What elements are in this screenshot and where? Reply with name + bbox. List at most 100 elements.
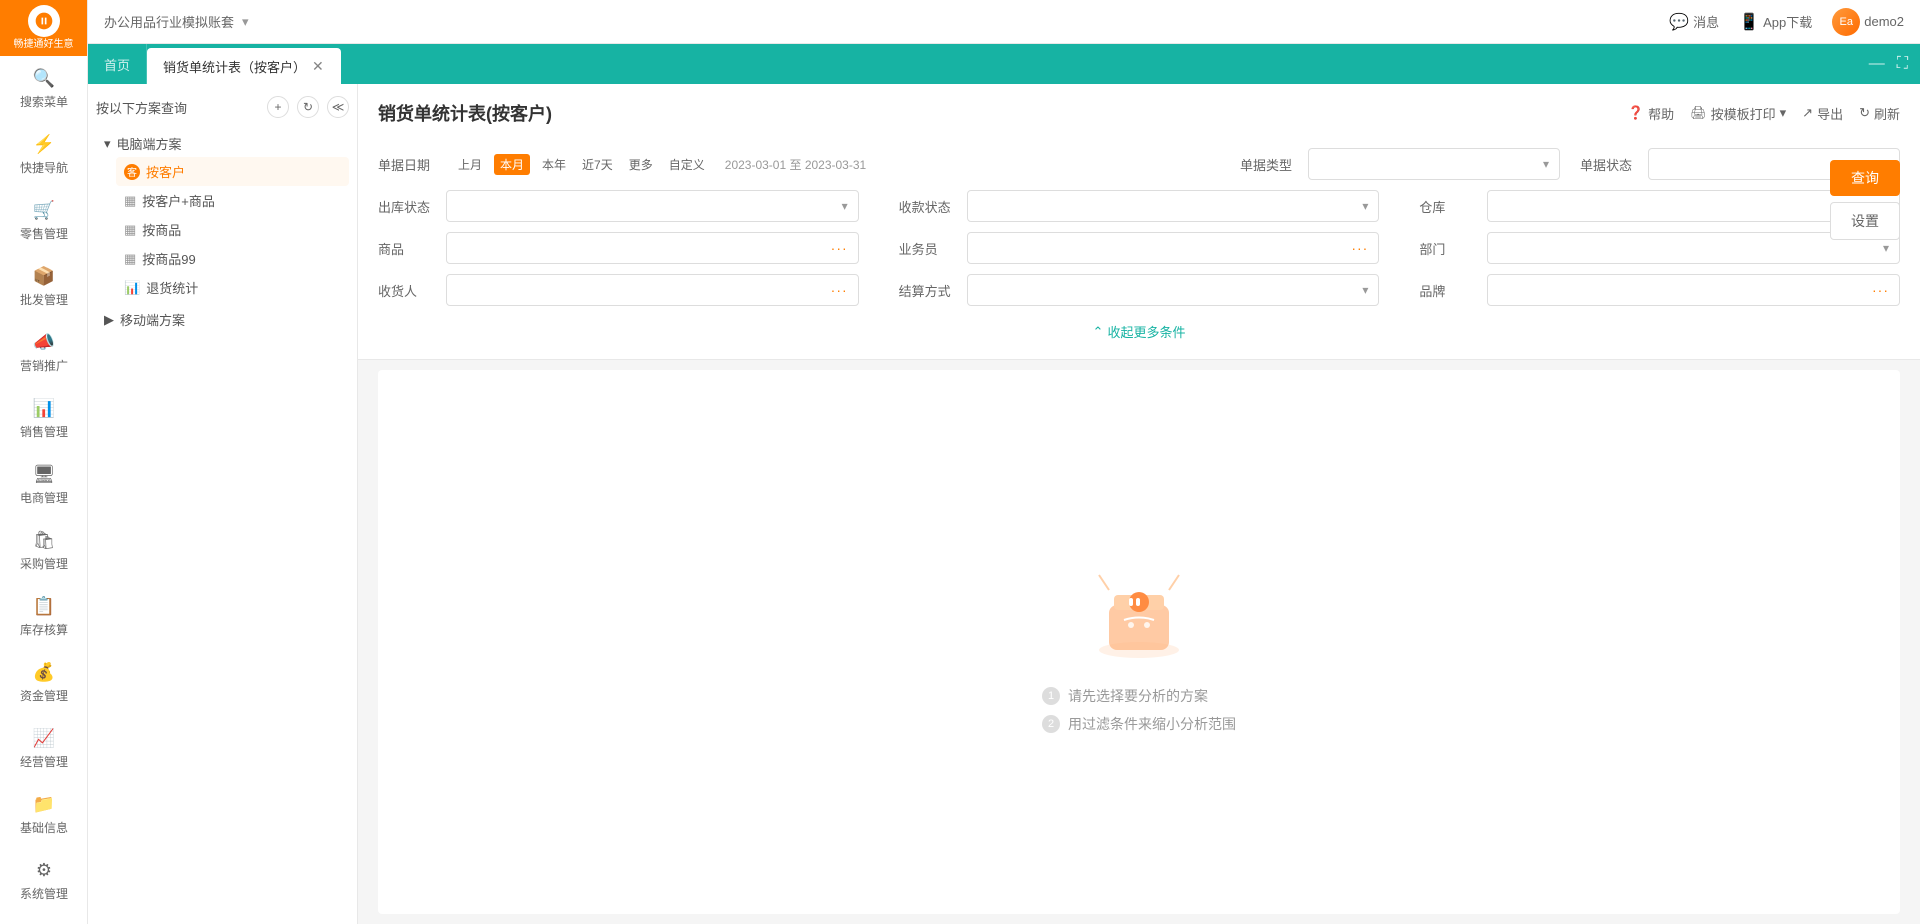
sidebar-item-operations[interactable]: 📈 经营管理 bbox=[0, 716, 87, 782]
app-download-btn[interactable]: 📱 App下载 bbox=[1739, 12, 1812, 32]
sidebar-item-system[interactable]: ⚙ 系统管理 bbox=[0, 848, 87, 914]
type-label: 单据类型 bbox=[1240, 155, 1300, 174]
scheme-by-goods-99[interactable]: ▦ 按商品99 bbox=[116, 244, 349, 273]
shortcut-custom[interactable]: 自定义 bbox=[665, 154, 709, 175]
out-status-dropdown[interactable]: ▾ bbox=[446, 190, 859, 222]
salesperson-dots: ··· bbox=[1351, 240, 1368, 256]
settings-button[interactable]: 设置 bbox=[1830, 202, 1900, 240]
shortcut-this-month[interactable]: 本月 bbox=[494, 154, 530, 175]
sidebar-item-label-search: 搜索菜单 bbox=[20, 93, 68, 110]
empty-tip-1: 1 请先选择要分析的方案 bbox=[1042, 686, 1236, 706]
sidebar-item-retail[interactable]: 🛒 零售管理 bbox=[0, 188, 87, 254]
sidebar-item-label-quick: 快捷导航 bbox=[20, 159, 68, 176]
recipient-dots: ··· bbox=[831, 282, 848, 298]
shortcut-this-year[interactable]: 本年 bbox=[538, 154, 570, 175]
mobile-group-label: 移动端方案 bbox=[120, 310, 185, 329]
sidebar-item-label-retail: 零售管理 bbox=[20, 225, 68, 242]
page-title-bar: 销货单统计表(按客户) ❓ 帮助 🖨 按模板打印 ▾ ↗ 导出 bbox=[358, 84, 1920, 136]
filter-recipient: 收货人 ··· bbox=[378, 274, 859, 306]
desktop-group-header[interactable]: ▾ 电脑端方案 bbox=[96, 130, 349, 157]
collapse-bar[interactable]: ⌃ 收起更多条件 bbox=[378, 316, 1900, 347]
export-btn[interactable]: ↗ 导出 bbox=[1802, 104, 1843, 123]
refresh-label: 刷新 bbox=[1874, 104, 1900, 123]
sidebar-item-marketing[interactable]: 📣 营销推广 bbox=[0, 320, 87, 386]
tab-sales-stats-label: 销货单统计表（按客户） bbox=[163, 57, 306, 76]
type-dropdown[interactable]: ▾ bbox=[1308, 148, 1560, 180]
app-logo[interactable]: 畅捷通好生意 bbox=[0, 0, 88, 56]
sidebar-item-inventory[interactable]: 📋 库存核算 bbox=[0, 584, 87, 650]
filter-sidebar-title: 按以下方案查询 bbox=[96, 98, 187, 117]
scheme-by-customer[interactable]: 客 按客户 bbox=[116, 157, 349, 186]
tab-close-icon[interactable]: ✕ bbox=[312, 58, 324, 75]
filter-area: 单据日期 上月 本月 本年 近7天 更多 自定义 2023-03-01 至 20… bbox=[358, 136, 1920, 360]
tab-maximize-icon[interactable]: ⛶ bbox=[1897, 55, 1908, 73]
sidebar-item-wholesale[interactable]: 📦 批发管理 bbox=[0, 254, 87, 320]
inventory-icon: 📋 bbox=[33, 596, 55, 617]
payment-dropdown[interactable]: ▾ bbox=[967, 274, 1380, 306]
filter-warehouse: 仓库 ··· bbox=[1419, 190, 1900, 222]
basics-icon: 📁 bbox=[33, 794, 55, 815]
add-scheme-btn[interactable]: + bbox=[267, 96, 289, 118]
sidebar-item-label-ecommerce: 电商管理 bbox=[20, 489, 68, 506]
sidebar-item-basics[interactable]: 📁 基础信息 bbox=[0, 782, 87, 848]
tip-num-1: 1 bbox=[1042, 687, 1060, 705]
tab-home-label: 首页 bbox=[104, 55, 130, 74]
scheme-return-stats[interactable]: 📊 退货统计 bbox=[116, 273, 349, 302]
shortcut-7days[interactable]: 近7天 bbox=[578, 154, 617, 175]
sidebar-item-label-purchase: 采购管理 bbox=[20, 555, 68, 572]
empty-tip-2: 2 用过滤条件来缩小分析范围 bbox=[1042, 714, 1236, 734]
mobile-group-header[interactable]: ▶ 移动端方案 bbox=[96, 306, 349, 333]
sidebar-item-sales[interactable]: 📊 销售管理 bbox=[0, 386, 87, 452]
template-print-btn[interactable]: 🖨 按模板打印 ▾ bbox=[1690, 104, 1786, 123]
user-info[interactable]: Ea demo2 bbox=[1832, 8, 1904, 36]
sidebar: 畅捷通好生意 🔍 搜索菜单 ⚡ 快捷导航 🛒 零售管理 📦 批发管理 📣 营销推… bbox=[0, 0, 88, 924]
logo-icon bbox=[28, 5, 60, 37]
sidebar-item-search[interactable]: 🔍 搜索菜单 bbox=[0, 56, 87, 122]
goods-label: 商品 bbox=[378, 239, 438, 258]
filter-dept: 部门 ▾ bbox=[1419, 232, 1900, 264]
refresh-btn[interactable]: ↻ 刷新 bbox=[1859, 104, 1900, 123]
sidebar-item-ecommerce[interactable]: 🖥 电商管理 bbox=[0, 452, 87, 518]
brand-label: 品牌 bbox=[1419, 281, 1479, 300]
scheme-by-customer-goods[interactable]: ▦ 按客户+商品 bbox=[116, 186, 349, 215]
top-header: 办公用品行业模拟账套 ▾ 💬 消息 📱 App下载 Ea demo2 bbox=[88, 0, 1920, 44]
scheme-by-goods[interactable]: ▦ 按商品 bbox=[116, 215, 349, 244]
chevron-up-icon: ⌃ bbox=[1093, 324, 1104, 340]
sidebar-item-enterprise[interactable]: 🤝 企业协同 bbox=[0, 914, 87, 924]
finance-icon: 💰 bbox=[33, 662, 55, 683]
filter-row-4: 收货人 ··· 结算方式 ▾ bbox=[378, 274, 1900, 306]
sidebar-item-finance[interactable]: 💰 资金管理 bbox=[0, 650, 87, 716]
tab-home[interactable]: 首页 bbox=[88, 44, 147, 84]
collapse-scheme-btn[interactable]: ≪ bbox=[327, 96, 349, 118]
customer-scheme-icon: 客 bbox=[124, 164, 140, 180]
date-range-value: 2023-03-01 至 2023-03-31 bbox=[725, 156, 866, 173]
recipient-input[interactable]: ··· bbox=[446, 274, 859, 306]
tab-sales-stats[interactable]: 销货单统计表（按客户） ✕ bbox=[147, 48, 341, 84]
message-btn[interactable]: 💬 消息 bbox=[1669, 12, 1719, 32]
help-btn[interactable]: ❓ 帮助 bbox=[1628, 104, 1674, 123]
refresh-scheme-btn[interactable]: ↻ bbox=[297, 96, 319, 118]
sidebar-item-quick-nav[interactable]: ⚡ 快捷导航 bbox=[0, 122, 87, 188]
scheme-return-stats-label: 退货统计 bbox=[146, 278, 198, 297]
brand-input[interactable]: ··· bbox=[1487, 274, 1900, 306]
filter-type: 单据类型 ▾ bbox=[1240, 148, 1560, 180]
shortcut-more[interactable]: 更多 bbox=[625, 154, 657, 175]
shortcut-last-month[interactable]: 上月 bbox=[454, 154, 486, 175]
message-icon: 💬 bbox=[1669, 12, 1689, 32]
receive-status-dropdown[interactable]: ▾ bbox=[967, 190, 1380, 222]
warehouse-label: 仓库 bbox=[1419, 197, 1479, 216]
sidebar-item-label-sales: 销售管理 bbox=[20, 423, 68, 440]
message-label: 消息 bbox=[1693, 12, 1719, 31]
sidebar-item-label-system: 系统管理 bbox=[20, 885, 68, 902]
goods-input[interactable]: ··· bbox=[446, 232, 859, 264]
filter-salesperson: 业务员 ··· bbox=[899, 232, 1380, 264]
mobile-scheme-group: ▶ 移动端方案 bbox=[96, 306, 349, 333]
tab-minimize-icon[interactable]: — bbox=[1869, 55, 1885, 73]
query-button[interactable]: 查询 bbox=[1830, 160, 1900, 196]
operations-icon: 📈 bbox=[33, 728, 55, 749]
sales-icon: 📊 bbox=[33, 398, 55, 419]
salesperson-input[interactable]: ··· bbox=[967, 232, 1380, 264]
sidebar-item-purchase[interactable]: 🛍 采购管理 bbox=[0, 518, 87, 584]
header-right: 💬 消息 📱 App下载 Ea demo2 bbox=[1669, 8, 1904, 36]
username-label: demo2 bbox=[1864, 14, 1904, 29]
